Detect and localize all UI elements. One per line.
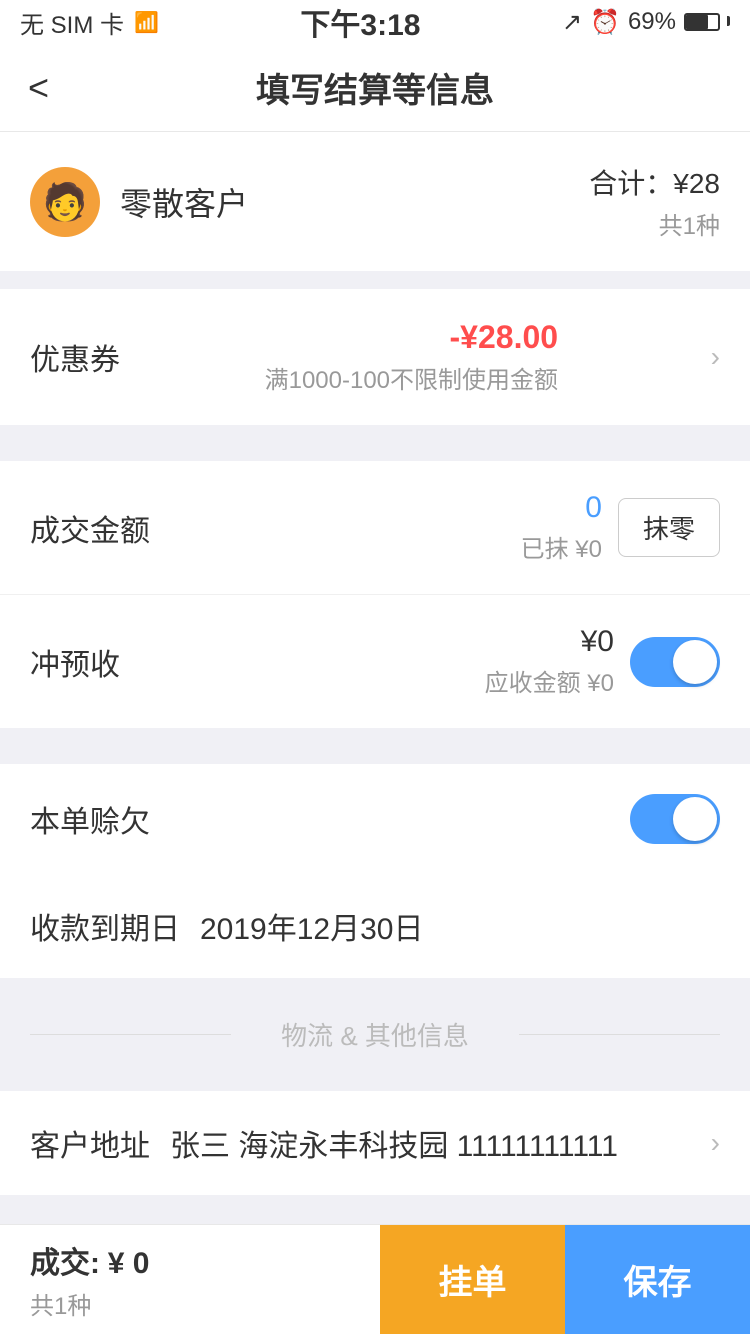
logistics-label: 物流 & 其他信息	[281, 1016, 469, 1053]
bottom-deal-label: 成交: ¥ 0	[30, 1238, 350, 1282]
prepay-value: ¥0	[485, 625, 614, 659]
deal-section: 成交金额 0 已抹 ¥0 抹零 冲预收 ¥0 应收金额 ¥0	[0, 461, 750, 728]
status-right: ↗ ⏰ 69%	[562, 8, 730, 37]
total-count: 共1种	[589, 206, 720, 241]
section-divider-5	[0, 1195, 750, 1213]
back-button[interactable]: <	[28, 67, 49, 109]
section-divider-1	[0, 443, 750, 461]
alarm-icon: ⏰	[590, 8, 620, 37]
location-icon: ↗	[562, 8, 582, 37]
section-divider-3	[0, 978, 750, 996]
debit-label: 本单赊欠	[30, 797, 150, 841]
address-value: 张三 海淀永丰科技园 11111111111	[170, 1121, 701, 1165]
due-date-label: 收款到期日	[30, 904, 180, 948]
customer-name: 零散客户	[120, 179, 248, 225]
prepay-row: 冲预收 ¥0 应收金额 ¥0	[0, 595, 750, 728]
coupon-description: 满1000-100不限制使用金额	[265, 360, 558, 395]
bottom-info: 成交: ¥ 0 共1种	[0, 1238, 380, 1321]
divider-line-right	[519, 1034, 720, 1035]
status-bar: 无 SIM 卡 📶 下午3:18 ↗ ⏰ 69%	[0, 0, 750, 44]
prepay-label: 冲预收	[30, 640, 120, 684]
page-title: 填写结算等信息	[256, 63, 494, 112]
deal-rounded: 已抹 ¥0	[521, 529, 602, 564]
coupon-row[interactable]: 优惠券 -¥28.00 满1000-100不限制使用金额 ›	[0, 289, 750, 425]
address-row[interactable]: 客户地址 张三 海淀永丰科技园 11111111111 ›	[0, 1091, 750, 1195]
status-carrier: 无 SIM 卡 📶	[20, 5, 159, 40]
battery-text: 69%	[628, 8, 676, 36]
debit-toggle[interactable]	[630, 794, 720, 844]
prepay-toggle[interactable]	[630, 637, 720, 687]
deal-value: 0	[521, 491, 602, 525]
logistics-section-header: 物流 & 其他信息	[0, 996, 750, 1073]
battery-tip	[727, 16, 730, 26]
header: < 填写结算等信息	[0, 44, 750, 132]
bottom-deal-text: 成交:	[30, 1247, 100, 1280]
status-time: 下午3:18	[300, 0, 420, 44]
round-zero-button[interactable]: 抹零	[618, 498, 720, 557]
avatar: 🧑	[30, 167, 100, 237]
bottom-bar: 成交: ¥ 0 共1种 挂单 保存	[0, 1224, 750, 1334]
coupon-chevron-icon: ›	[711, 341, 720, 373]
debit-row: 本单赊欠	[0, 764, 750, 874]
address-label: 客户地址	[30, 1121, 150, 1165]
battery-icon	[684, 13, 720, 31]
section-divider-2	[0, 746, 750, 764]
total-label: 合计：¥28	[589, 162, 720, 202]
due-date-row: 收款到期日 2019年12月30日	[0, 874, 750, 978]
bottom-deal-value: ¥ 0	[108, 1247, 150, 1280]
customer-row: 🧑 零散客户 合计：¥28 共1种	[0, 132, 750, 271]
main-content: 🧑 零散客户 合计：¥28 共1种 优惠券 -¥28.00 满1000-100不…	[0, 132, 750, 1333]
save-button[interactable]: 保存	[565, 1225, 750, 1334]
deal-amount-row: 成交金额 0 已抹 ¥0 抹零	[0, 461, 750, 595]
prepay-sub: 应收金额 ¥0	[485, 663, 614, 698]
coupon-discount: -¥28.00	[265, 319, 558, 356]
bottom-count: 共1种	[30, 1286, 350, 1321]
avatar-icon: 🧑	[43, 181, 88, 223]
hold-button[interactable]: 挂单	[380, 1225, 565, 1334]
address-chevron-icon: ›	[711, 1127, 720, 1159]
wifi-icon: 📶	[134, 10, 159, 35]
divider-line-left	[30, 1034, 231, 1035]
due-date-value: 2019年12月30日	[200, 904, 423, 948]
carrier-text: 无 SIM 卡	[20, 5, 124, 40]
coupon-label: 优惠券	[30, 335, 120, 379]
section-divider-4	[0, 1073, 750, 1091]
deal-label: 成交金额	[30, 506, 150, 550]
